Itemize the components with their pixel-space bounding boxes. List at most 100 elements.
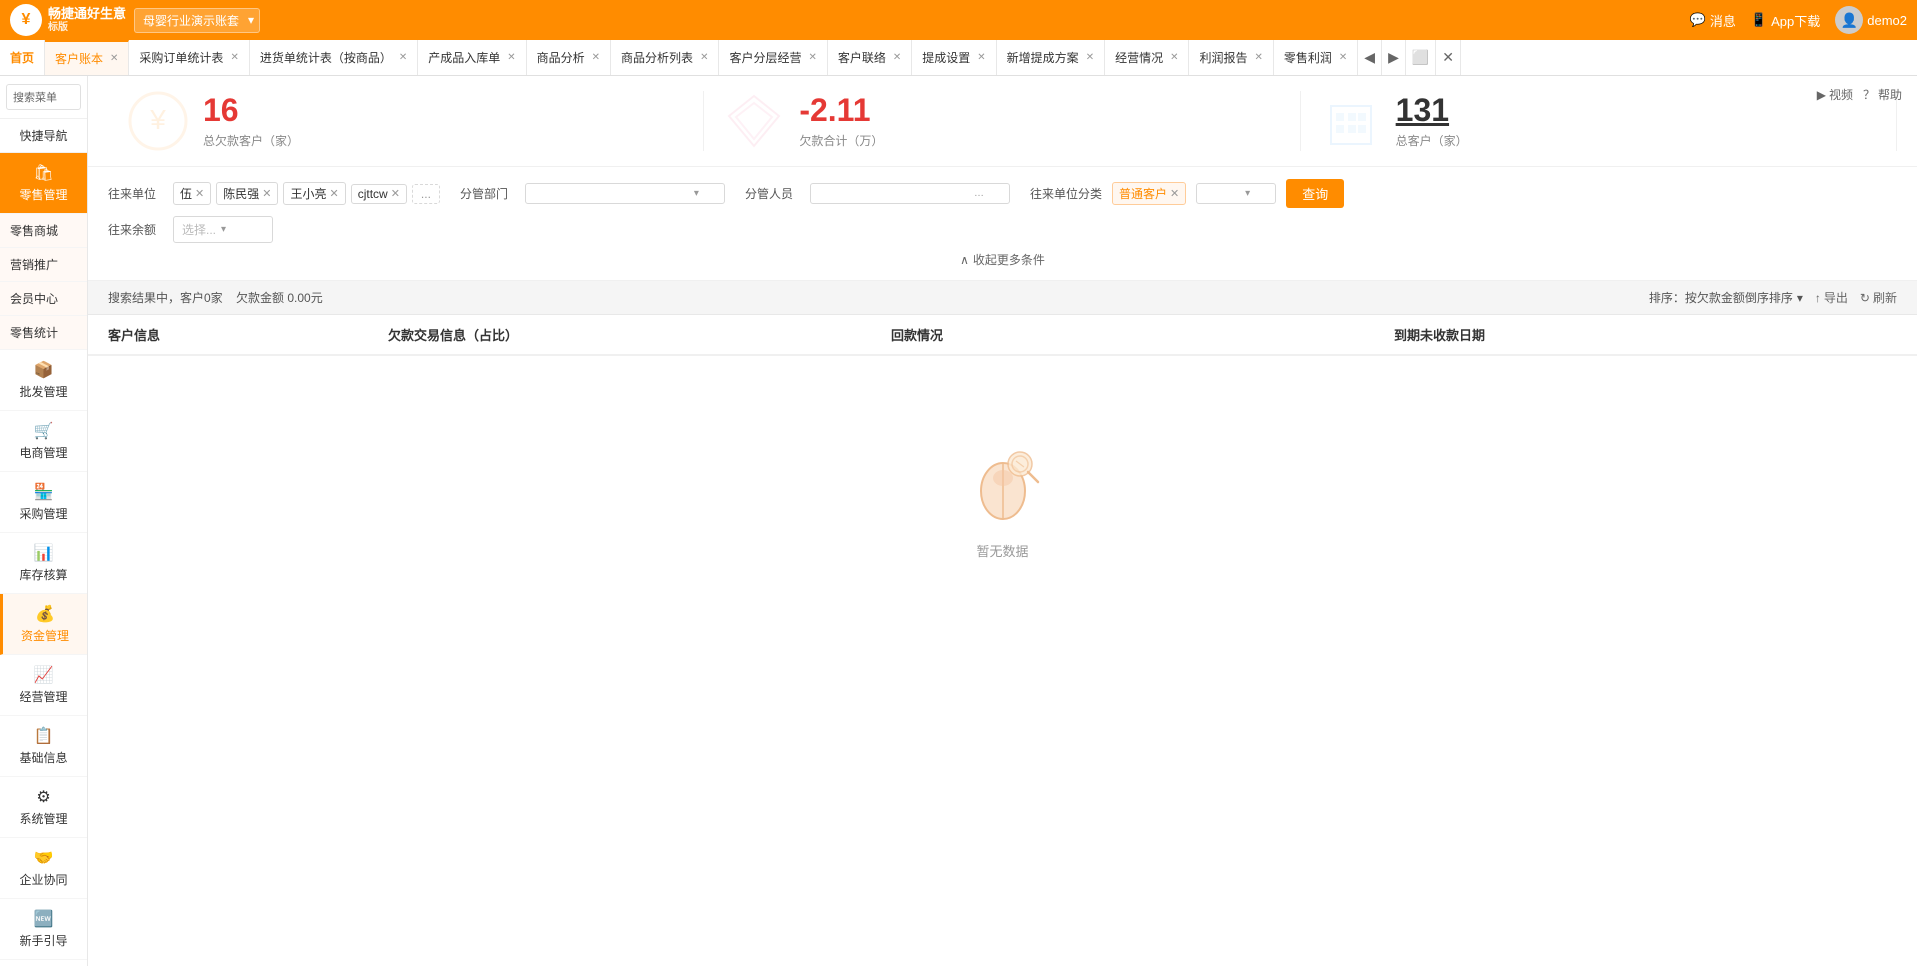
tab-close-icon[interactable]: ✕ xyxy=(893,52,901,63)
tab-close-icon[interactable]: ✕ xyxy=(808,52,816,63)
help-btn[interactable]: ？ 帮助 xyxy=(1863,86,1902,103)
tab-product-analysis-list[interactable]: 商品分析列表 ✕ xyxy=(611,40,719,76)
tab-close-icon[interactable]: ✕ xyxy=(592,52,600,63)
sidebar-item-ops-mgmt[interactable]: 📈 经营管理 xyxy=(0,655,87,716)
tag-close-icon[interactable]: ✕ xyxy=(262,187,271,200)
sidebar-item-new-guide[interactable]: 🆕 新手引导 xyxy=(0,899,87,960)
sort-select[interactable]: 排序：按欠款金额倒序排序 ▾ xyxy=(1649,289,1803,306)
data-table: 客户信息 欠款交易信息（占比） 回款情况 到期未收款日期 xyxy=(88,315,1917,966)
sidebar-item-basic-info[interactable]: 📋 基础信息 xyxy=(0,716,87,777)
company-tag-cjttcw: cjttcw ✕ xyxy=(351,184,407,204)
results-info: 搜索结果中，客户0家 欠款金额 0.00元 xyxy=(108,289,323,306)
account-selector[interactable]: 母婴行业演示账套 xyxy=(134,8,260,33)
tab-close-icon[interactable]: ✕ xyxy=(1170,52,1178,63)
tab-business-situation[interactable]: 经营情况 ✕ xyxy=(1105,40,1189,76)
sidebar-item-retail-stats[interactable]: 零售统计 xyxy=(0,316,87,350)
sidebar-item-retail-mgmt[interactable]: 🛍 零售管理 xyxy=(0,153,87,214)
tab-close-icon[interactable]: ✕ xyxy=(230,52,238,63)
tab-close-icon[interactable]: ✕ xyxy=(399,52,407,63)
sidebar-item-system-mgmt[interactable]: ⚙ 系统管理 xyxy=(0,777,87,838)
tab-close-all[interactable]: ✕ xyxy=(1436,40,1461,76)
tab-product-analysis[interactable]: 商品分析 ✕ xyxy=(527,40,611,76)
top-bar-left: ¥ 畅捷通好生意 标版 母婴行业演示账套 xyxy=(10,4,260,36)
sidebar-item-purchase-mgmt[interactable]: 🏪 采购管理 xyxy=(0,472,87,533)
col-overdue-date: 到期未收款日期 xyxy=(1394,325,1897,344)
chevron-down-icon: … xyxy=(974,188,984,199)
tab-label: 产成品入库单 xyxy=(428,49,500,66)
retail-mgmt-icon: 🛍 xyxy=(33,163,53,183)
tab-scroll-left[interactable]: ◀ xyxy=(1358,40,1382,76)
tag-text: cjttcw xyxy=(358,187,388,201)
system-icon: ⚙ xyxy=(36,787,50,807)
sidebar-item-inventory-check[interactable]: 📊 库存核算 xyxy=(0,533,87,594)
tab-production-inbound[interactable]: 产成品入库单 ✕ xyxy=(418,40,526,76)
company-type-tag: 普通客户 ✕ xyxy=(1112,182,1186,205)
sidebar-item-app-center[interactable]: 📲 应用中心 xyxy=(0,960,87,966)
tab-profit-report[interactable]: 利润报告 ✕ xyxy=(1189,40,1273,76)
capital-icon: 💰 xyxy=(35,604,55,624)
collapse-btn[interactable]: ∧ 收起更多条件 xyxy=(108,251,1897,268)
sidebar-item-label: 经营管理 xyxy=(19,688,67,705)
home-tab-label: 首页 xyxy=(10,49,34,66)
purchase-icon: 🏪 xyxy=(34,482,54,502)
tab-close-icon[interactable]: ✕ xyxy=(1255,52,1263,63)
tag-close-icon[interactable]: ✕ xyxy=(391,187,400,200)
tab-customer-contact[interactable]: 客户联络 ✕ xyxy=(828,40,912,76)
tab-label: 进货单统计表（按商品） xyxy=(260,49,392,66)
company-more-btn[interactable]: ... xyxy=(412,184,440,204)
results-bar: 搜索结果中，客户0家 欠款金额 0.00元 排序：按欠款金额倒序排序 ▾ ↑ 导… xyxy=(88,281,1917,315)
dept-select[interactable]: ▾ xyxy=(525,183,725,204)
sidebar-item-ecommerce-mgmt[interactable]: 🛒 电商管理 xyxy=(0,411,87,472)
balance-select[interactable]: 选择... ▾ xyxy=(173,216,273,243)
tab-expand[interactable]: ⬜ xyxy=(1406,40,1436,76)
sidebar-item-wholesale-mgmt[interactable]: 📦 批发管理 xyxy=(0,350,87,411)
tab-close-icon[interactable]: ✕ xyxy=(700,52,708,63)
filter-area: 往来单位 伍 ✕ 陈民强 ✕ 王小亮 ✕ cjttcw xyxy=(88,167,1917,281)
person-select[interactable]: … xyxy=(810,183,1010,204)
sidebar-item-capital-mgmt[interactable]: 💰 资金管理 xyxy=(0,594,87,655)
sidebar-item-retail-mall[interactable]: 零售商城 xyxy=(0,214,87,248)
app-download-label: App下载 xyxy=(1771,11,1820,30)
video-btn[interactable]: ▶ 视频 xyxy=(1817,86,1853,103)
export-btn[interactable]: ↑ 导出 xyxy=(1815,289,1848,306)
tag-close-icon[interactable]: ✕ xyxy=(195,187,204,200)
tag-close-icon[interactable]: ✕ xyxy=(1170,187,1179,200)
sidebar: 搜索菜单 快捷导航 🛍 零售管理 零售商城 营销推广 会员中心 零售统计 📦 批… xyxy=(0,76,88,966)
balance-filter-label: 往来余额 xyxy=(108,221,163,238)
col-arrears-info: 欠款交易信息（占比） xyxy=(388,325,891,344)
tab-new-promotion[interactable]: 新增提成方案 ✕ xyxy=(997,40,1105,76)
top-bar: ¥ 畅捷通好生意 标版 母婴行业演示账套 💬 消息 📱 App下载 👤 demo… xyxy=(0,0,1917,40)
tab-home[interactable]: 首页 xyxy=(0,40,45,76)
tab-close-icon[interactable]: ✕ xyxy=(507,52,515,63)
tab-close-icon[interactable]: ✕ xyxy=(110,53,118,64)
app-download-btn[interactable]: 📱 App下载 xyxy=(1751,11,1820,30)
query-btn[interactable]: 查询 xyxy=(1286,179,1344,208)
messages-label: 消息 xyxy=(1710,11,1736,30)
sidebar-search-btn[interactable]: 搜索菜单 xyxy=(6,84,81,110)
sidebar-item-label: 新手引导 xyxy=(19,932,67,949)
tab-close-icon[interactable]: ✕ xyxy=(977,52,985,63)
tab-customer-capital[interactable]: 客户账本 ✕ xyxy=(45,40,129,76)
export-label: 导出 xyxy=(1824,289,1848,306)
sidebar-item-label: 基础信息 xyxy=(19,749,67,766)
user-avatar-btn[interactable]: 👤 demo2 xyxy=(1835,6,1907,34)
tab-retail-profit[interactable]: 零售利润 ✕ xyxy=(1274,40,1358,76)
tab-close-icon[interactable]: ✕ xyxy=(1339,52,1347,63)
sidebar-quick-nav[interactable]: 快捷导航 xyxy=(0,119,87,153)
tab-inbound-stats[interactable]: 进货单统计表（按商品） ✕ xyxy=(250,40,418,76)
tab-scroll-right[interactable]: ▶ xyxy=(1382,40,1406,76)
company-type-select[interactable]: ▾ xyxy=(1196,183,1276,204)
tab-purchase-order[interactable]: 采购订单统计表 ✕ xyxy=(129,40,249,76)
refresh-btn[interactable]: ↻ 刷新 xyxy=(1860,289,1897,306)
sidebar-item-member-center[interactable]: 会员中心 xyxy=(0,282,87,316)
app-edition: 标版 xyxy=(48,22,126,34)
sidebar-item-enterprise-collab[interactable]: 🤝 企业协同 xyxy=(0,838,87,899)
tab-close-icon[interactable]: ✕ xyxy=(1086,52,1094,63)
sidebar-item-marketing[interactable]: 营销推广 xyxy=(0,248,87,282)
tab-promotion-settings[interactable]: 提成设置 ✕ xyxy=(912,40,996,76)
tag-close-icon[interactable]: ✕ xyxy=(329,187,338,200)
tab-customer-tier[interactable]: 客户分层经营 ✕ xyxy=(719,40,827,76)
tab-label: 客户分层经营 xyxy=(729,49,801,66)
collab-icon: 🤝 xyxy=(34,848,54,868)
messages-btn[interactable]: 💬 消息 xyxy=(1690,11,1736,30)
